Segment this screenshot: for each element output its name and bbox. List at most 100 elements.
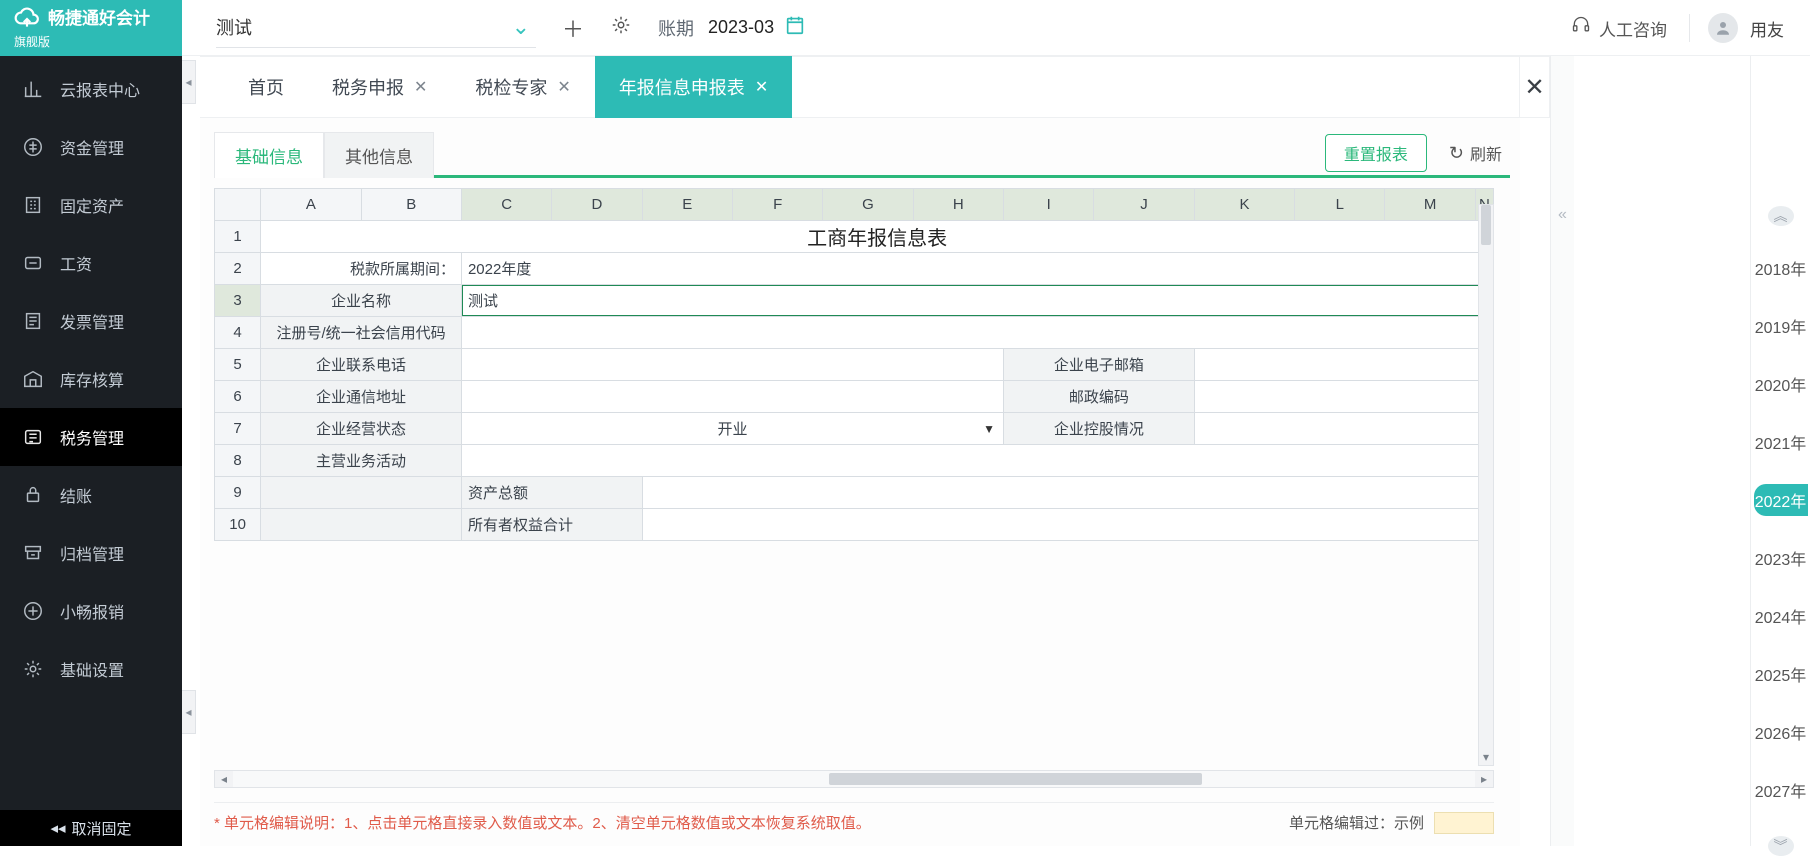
sidebar-unpin-button[interactable]: ◂◂ 取消固定 <box>0 810 182 846</box>
col-header[interactable]: K <box>1194 189 1294 221</box>
cell-period-value[interactable]: 2022年度 <box>461 253 1493 285</box>
row-header[interactable]: 6 <box>215 381 261 413</box>
year-scroll-up-icon[interactable]: ︽ <box>1768 206 1794 226</box>
sidebar-item-settings[interactable]: 基础设置 <box>0 640 182 698</box>
sidebar-item-salary[interactable]: 工资 <box>0 234 182 292</box>
col-header[interactable]: M <box>1385 189 1475 221</box>
sheet-title-cell[interactable]: 工商年报信息表 <box>261 221 1494 253</box>
expand-panel-icon[interactable]: « <box>1558 206 1567 224</box>
close-icon[interactable]: ✕ <box>557 77 570 97</box>
sidebar-collapse-handle-top[interactable]: ◂ <box>182 60 196 104</box>
scroll-right-icon[interactable]: ▸ <box>1475 772 1493 786</box>
cell-status-label[interactable]: 企业经营状态 <box>261 413 462 445</box>
cell-equity-value[interactable] <box>642 509 1493 541</box>
year-item[interactable]: 2018年 <box>1754 252 1808 284</box>
sidebar-item-expense[interactable]: 小畅报销 <box>0 582 182 640</box>
tab-tax-expert[interactable]: 税检专家 ✕ <box>451 56 594 118</box>
year-item[interactable]: 2022年 <box>1754 484 1808 516</box>
subtab-basic-info[interactable]: 基础信息 <box>214 132 324 178</box>
year-scroll-down-icon[interactable]: ︾ <box>1768 836 1794 856</box>
tabs-close-all-button[interactable]: ✕ <box>1520 56 1550 118</box>
col-header[interactable]: B <box>361 189 461 221</box>
cell-main-biz-label[interactable]: 主营业务活动 <box>261 445 462 477</box>
close-icon[interactable]: ✕ <box>755 77 768 97</box>
sidebar-item-tax[interactable]: 税务管理 <box>0 408 182 466</box>
tab-tax-declaration[interactable]: 税务申报 ✕ <box>308 56 451 118</box>
year-item[interactable]: 2026年 <box>1754 716 1808 748</box>
row-header[interactable]: 8 <box>215 445 261 477</box>
sidebar-item-cloud-report[interactable]: 云报表中心 <box>0 60 182 118</box>
cell-postcode-value[interactable] <box>1194 381 1493 413</box>
add-button[interactable]: ＋ <box>562 12 584 44</box>
cell-reg-no-value[interactable] <box>461 317 1493 349</box>
cell-company-name-value[interactable]: 测试 <box>461 285 1493 317</box>
year-item[interactable]: 2020年 <box>1754 368 1808 400</box>
cell-holding-label[interactable]: 企业控股情况 <box>1004 413 1195 445</box>
cell-row9-blank[interactable] <box>261 477 462 509</box>
year-item[interactable]: 2023年 <box>1754 542 1808 574</box>
row-header[interactable]: 2 <box>215 253 261 285</box>
sidebar-item-close-account[interactable]: 结账 <box>0 466 182 524</box>
close-icon[interactable]: ✕ <box>414 77 427 97</box>
col-header[interactable]: F <box>732 189 822 221</box>
sidebar-item-funds[interactable]: 资金管理 <box>0 118 182 176</box>
sheet-corner[interactable] <box>215 189 261 221</box>
cell-address-label[interactable]: 企业通信地址 <box>261 381 462 413</box>
sheet-horizontal-scrollbar[interactable]: ◂ ▸ <box>214 770 1494 788</box>
row-header[interactable]: 1 <box>215 221 261 253</box>
username[interactable]: 用友 <box>1750 16 1784 41</box>
refresh-button[interactable]: ↻ 刷新 <box>1449 141 1502 165</box>
reset-report-button[interactable]: 重置报表 <box>1325 134 1427 172</box>
cell-assets-value[interactable] <box>642 477 1493 509</box>
sheet-vertical-scrollbar[interactable]: ▾ <box>1478 204 1494 766</box>
sidebar-item-archive[interactable]: 归档管理 <box>0 524 182 582</box>
col-header[interactable]: D <box>552 189 642 221</box>
col-header[interactable]: L <box>1295 189 1385 221</box>
row-header[interactable]: 9 <box>215 477 261 509</box>
row-header[interactable]: 4 <box>215 317 261 349</box>
col-header[interactable]: E <box>642 189 732 221</box>
avatar[interactable] <box>1708 13 1738 43</box>
settings-button[interactable] <box>610 14 632 42</box>
scroll-down-icon[interactable]: ▾ <box>1479 749 1493 765</box>
org-selector[interactable]: 测试 ⌄ <box>216 8 536 48</box>
cell-address-value[interactable] <box>461 381 1003 413</box>
col-header[interactable]: I <box>1004 189 1094 221</box>
row-header[interactable]: 3 <box>215 285 261 317</box>
col-header[interactable]: C <box>461 189 551 221</box>
subtab-other-info[interactable]: 其他信息 <box>324 132 434 178</box>
year-item[interactable]: 2025年 <box>1754 658 1808 690</box>
cell-period-label[interactable]: 税款所属期间： <box>261 253 462 285</box>
support-button[interactable]: 人工咨询 <box>1571 15 1667 41</box>
cell-company-name-label[interactable]: 企业名称 <box>261 285 462 317</box>
tab-home[interactable]: 首页 <box>224 56 308 118</box>
col-header[interactable]: A <box>261 189 361 221</box>
sidebar-item-invoice[interactable]: 发票管理 <box>0 292 182 350</box>
row-header[interactable]: 10 <box>215 509 261 541</box>
year-item[interactable]: 2027年 <box>1754 774 1808 806</box>
cell-row10-blank[interactable] <box>261 509 462 541</box>
cell-reg-no-label[interactable]: 注册号/统一社会信用代码 <box>261 317 462 349</box>
year-item[interactable]: 2019年 <box>1754 310 1808 342</box>
sidebar-item-fixed-assets[interactable]: 固定资产 <box>0 176 182 234</box>
col-header[interactable]: J <box>1094 189 1194 221</box>
cell-holding-value[interactable] <box>1194 413 1493 445</box>
calendar-icon[interactable] <box>784 14 806 42</box>
sidebar-item-inventory[interactable]: 库存核算 <box>0 350 182 408</box>
tab-annual-report[interactable]: 年报信息申报表 ✕ <box>595 56 792 118</box>
cell-status-dropdown[interactable]: 开业 <box>461 413 1003 445</box>
col-header[interactable]: G <box>823 189 913 221</box>
scrollbar-thumb[interactable] <box>829 773 1202 785</box>
cell-main-biz-value[interactable] <box>461 445 1493 477</box>
scroll-left-icon[interactable]: ◂ <box>215 772 233 786</box>
cell-email-value[interactable] <box>1194 349 1493 381</box>
scrollbar-track[interactable] <box>233 771 1475 787</box>
cell-assets-label[interactable]: 资产总额 <box>461 477 642 509</box>
cell-phone-value[interactable] <box>461 349 1003 381</box>
row-header[interactable]: 5 <box>215 349 261 381</box>
sidebar-collapse-handle-bottom[interactable]: ◂ <box>182 690 196 734</box>
col-header[interactable]: H <box>913 189 1003 221</box>
scrollbar-thumb[interactable] <box>1481 205 1491 245</box>
row-header[interactable]: 7 <box>215 413 261 445</box>
cell-phone-label[interactable]: 企业联系电话 <box>261 349 462 381</box>
